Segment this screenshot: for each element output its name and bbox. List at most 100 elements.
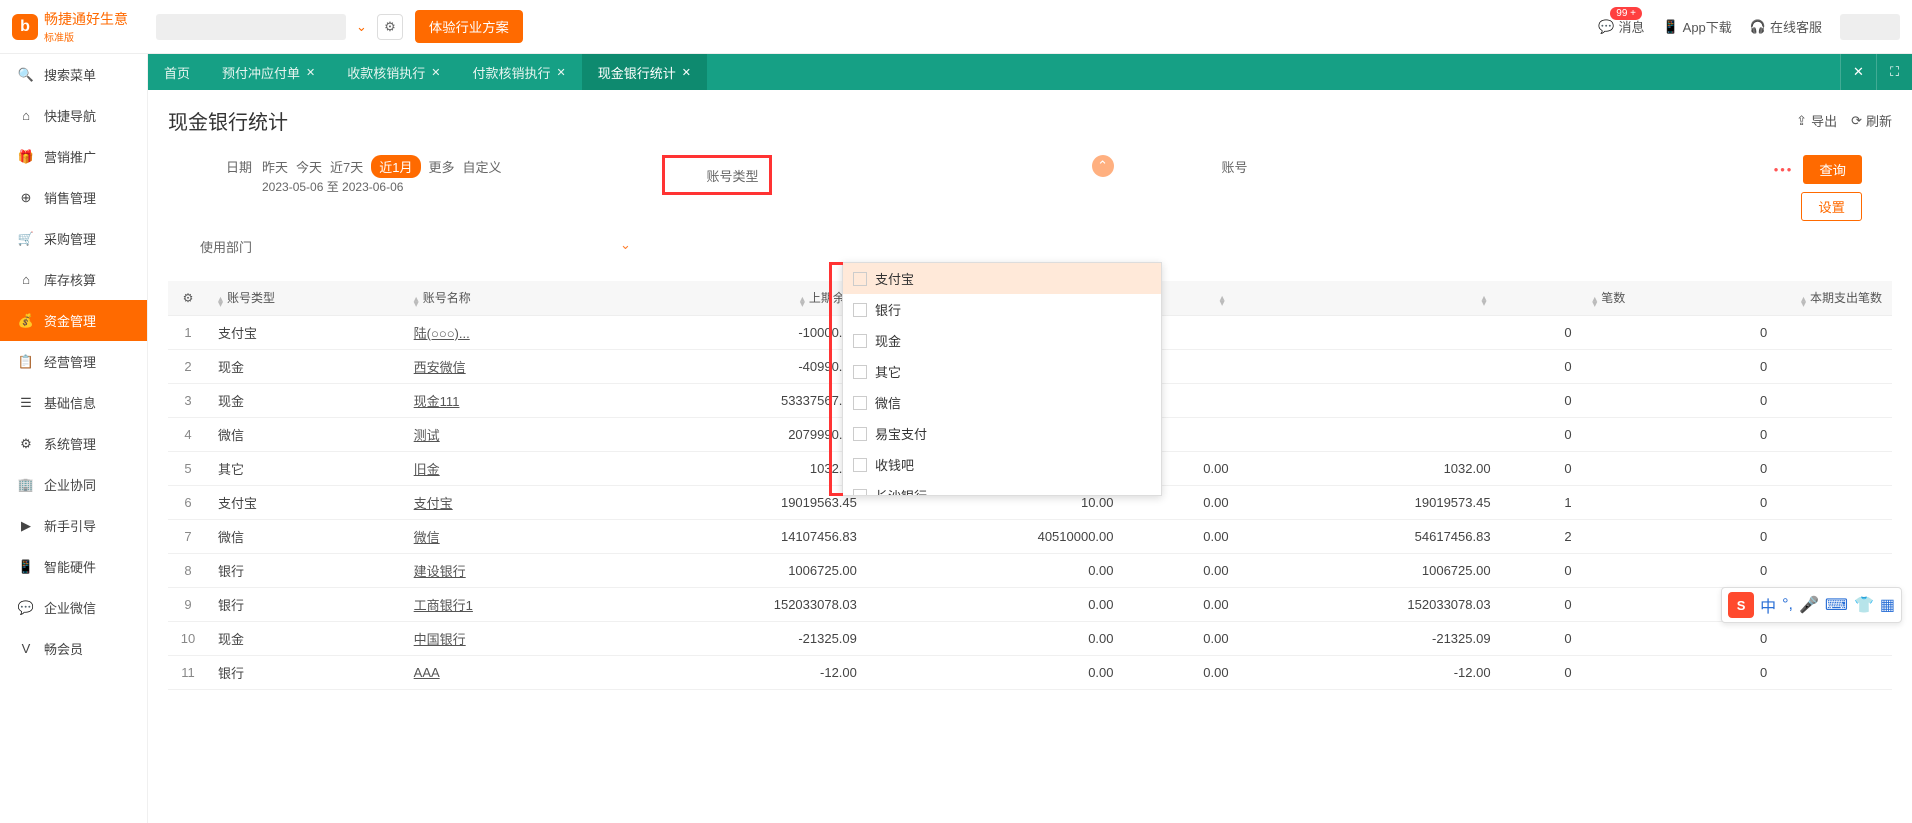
department-input[interactable] [266, 231, 606, 259]
refresh-button[interactable]: ⟳刷新 [1851, 111, 1892, 130]
sidebar-item-2[interactable]: 🎁营销推广 [0, 136, 147, 177]
tab-1[interactable]: 预付冲应付单✕ [206, 54, 331, 90]
cell-name[interactable]: AAA [404, 656, 605, 690]
ime-skin-icon[interactable]: 👕 [1854, 595, 1874, 615]
cell-name[interactable]: 陆(○○○)... [404, 316, 605, 350]
tab-4[interactable]: 现金银行统计✕ [582, 54, 707, 90]
cell-name[interactable]: 现金111 [404, 384, 605, 418]
dropdown-item-1[interactable]: 银行 [843, 294, 1161, 325]
sidebar-item-12[interactable]: 📱智能硬件 [0, 546, 147, 587]
date-chip-4[interactable]: 更多 [429, 157, 455, 176]
cell-name[interactable]: 测试 [404, 418, 605, 452]
account-type-dropdown[interactable]: 支付宝银行现金其它微信易宝支付收钱吧长沙银行 [842, 262, 1162, 496]
org-selector[interactable] [156, 14, 346, 40]
tab-0[interactable]: 首页 [148, 54, 206, 90]
table-settings-column[interactable]: ⚙ [168, 281, 208, 316]
tab-3[interactable]: 付款核销执行✕ [456, 54, 581, 90]
date-chip-2[interactable]: 近7天 [330, 157, 363, 176]
sidebar-item-4[interactable]: 🛒采购管理 [0, 218, 147, 259]
filter-settings-button[interactable]: 设置 [1801, 192, 1862, 221]
sort-icon[interactable]: ▴▾ [800, 297, 805, 307]
sidebar-item-11[interactable]: ▶新手引导 [0, 505, 147, 546]
date-chip-1[interactable]: 今天 [296, 157, 322, 176]
sort-icon[interactable]: ▴▾ [1592, 297, 1597, 307]
search-button[interactable]: 查询 [1803, 155, 1862, 184]
sidebar-item-5[interactable]: ⌂库存核算 [0, 259, 147, 300]
sort-icon[interactable]: ▴▾ [1220, 296, 1225, 306]
column-header-1[interactable]: ▴▾账号名称 [404, 281, 605, 316]
cell-name[interactable]: 支付宝 [404, 486, 605, 520]
cell-name[interactable]: 建设银行 [404, 554, 605, 588]
tab-expand-button[interactable]: ⛶ [1876, 54, 1912, 90]
app-download-link[interactable]: 📱 App下载 [1662, 17, 1731, 36]
column-header-5[interactable]: ▴▾ [1239, 281, 1501, 316]
cell-name[interactable]: 工商银行1 [404, 588, 605, 622]
messages-link[interactable]: 💬 消息 99 + [1598, 17, 1644, 36]
date-chip-3[interactable]: 近1月 [371, 155, 420, 178]
date-chip-5[interactable]: 自定义 [463, 157, 502, 176]
more-filters-button[interactable]: ••• [1774, 162, 1794, 177]
chevron-down-icon[interactable]: ⌄ [356, 19, 367, 35]
column-header-7[interactable]: ▴▾本期支出笔数 [1635, 281, 1892, 316]
sidebar-item-10[interactable]: 🏢企业协同 [0, 464, 147, 505]
ime-mic-icon[interactable]: 🎤 [1799, 595, 1819, 615]
checkbox[interactable] [853, 427, 867, 441]
ime-punct-icon[interactable]: °, [1782, 596, 1793, 614]
tab-2[interactable]: 收款核销执行✕ [331, 54, 456, 90]
user-avatar[interactable] [1840, 14, 1900, 40]
date-label: 日期 [198, 155, 252, 176]
dropdown-item-7[interactable]: 长沙银行 [843, 480, 1161, 496]
checkbox[interactable] [853, 272, 867, 286]
sidebar-item-7[interactable]: 📋经营管理 [0, 341, 147, 382]
ime-toolbar[interactable]: S 中 °, 🎤 ⌨ 👕 ▦ [1721, 587, 1902, 623]
dropdown-item-5[interactable]: 易宝支付 [843, 418, 1161, 449]
sidebar-item-1[interactable]: ⌂快捷导航 [0, 95, 147, 136]
column-header-6[interactable]: ▴▾笔数 [1501, 281, 1636, 316]
online-service-link[interactable]: 🎧 在线客服 [1750, 17, 1822, 36]
sidebar-item-14[interactable]: V畅会员 [0, 628, 147, 669]
sort-icon[interactable]: ▴▾ [414, 297, 419, 307]
industry-plan-button[interactable]: 体验行业方案 [415, 10, 523, 43]
cell-name[interactable]: 旧金 [404, 452, 605, 486]
sidebar-item-6[interactable]: 💰资金管理 [0, 300, 147, 341]
department-filter[interactable]: 使用部门 ⌄ [198, 231, 631, 259]
ime-toolbox-icon[interactable]: ▦ [1880, 595, 1895, 615]
tab-close-all-button[interactable]: ✕ [1840, 54, 1876, 90]
chevron-down-icon[interactable]: ⌄ [620, 237, 631, 253]
column-header-0[interactable]: ▴▾账号类型 [208, 281, 404, 316]
sidebar-item-9[interactable]: ⚙系统管理 [0, 423, 147, 464]
date-chip-0[interactable]: 昨天 [262, 157, 288, 176]
collapse-filters-button[interactable]: ⌃ [1092, 155, 1114, 177]
sort-icon[interactable]: ▴▾ [218, 297, 223, 307]
sort-icon[interactable]: ▴▾ [1801, 297, 1806, 307]
checkbox[interactable] [853, 365, 867, 379]
column-header-2[interactable]: ▴▾上期余额 [605, 281, 867, 316]
checkbox[interactable] [853, 303, 867, 317]
dropdown-item-4[interactable]: 微信 [843, 387, 1161, 418]
tab-close-icon[interactable]: ✕ [557, 66, 566, 79]
sidebar-item-3[interactable]: ⊕销售管理 [0, 177, 147, 218]
dropdown-item-6[interactable]: 收钱吧 [843, 449, 1161, 480]
dropdown-item-3[interactable]: 其它 [843, 356, 1161, 387]
checkbox[interactable] [853, 396, 867, 410]
checkbox[interactable] [853, 489, 867, 497]
checkbox[interactable] [853, 458, 867, 472]
cell-name[interactable]: 微信 [404, 520, 605, 554]
account-type-filter[interactable]: 账号类型 [662, 155, 772, 195]
sidebar-item-8[interactable]: ☰基础信息 [0, 382, 147, 423]
tab-close-icon[interactable]: ✕ [306, 66, 315, 79]
ime-keyboard-icon[interactable]: ⌨ [1825, 595, 1848, 615]
dropdown-item-0[interactable]: 支付宝 [843, 263, 1161, 294]
sidebar-item-0[interactable]: 🔍搜索菜单 [0, 54, 147, 95]
checkbox[interactable] [853, 334, 867, 348]
export-button[interactable]: ⇪导出 [1796, 111, 1837, 130]
sidebar-item-13[interactable]: 💬企业微信 [0, 587, 147, 628]
cell-name[interactable]: 西安微信 [404, 350, 605, 384]
ime-lang-button[interactable]: 中 [1760, 593, 1776, 617]
cell-name[interactable]: 中国银行 [404, 622, 605, 656]
settings-gear-button[interactable]: ⚙ [377, 14, 403, 40]
tab-close-icon[interactable]: ✕ [431, 66, 440, 79]
dropdown-item-2[interactable]: 现金 [843, 325, 1161, 356]
tab-close-icon[interactable]: ✕ [682, 66, 691, 79]
sort-icon[interactable]: ▴▾ [1482, 296, 1487, 306]
